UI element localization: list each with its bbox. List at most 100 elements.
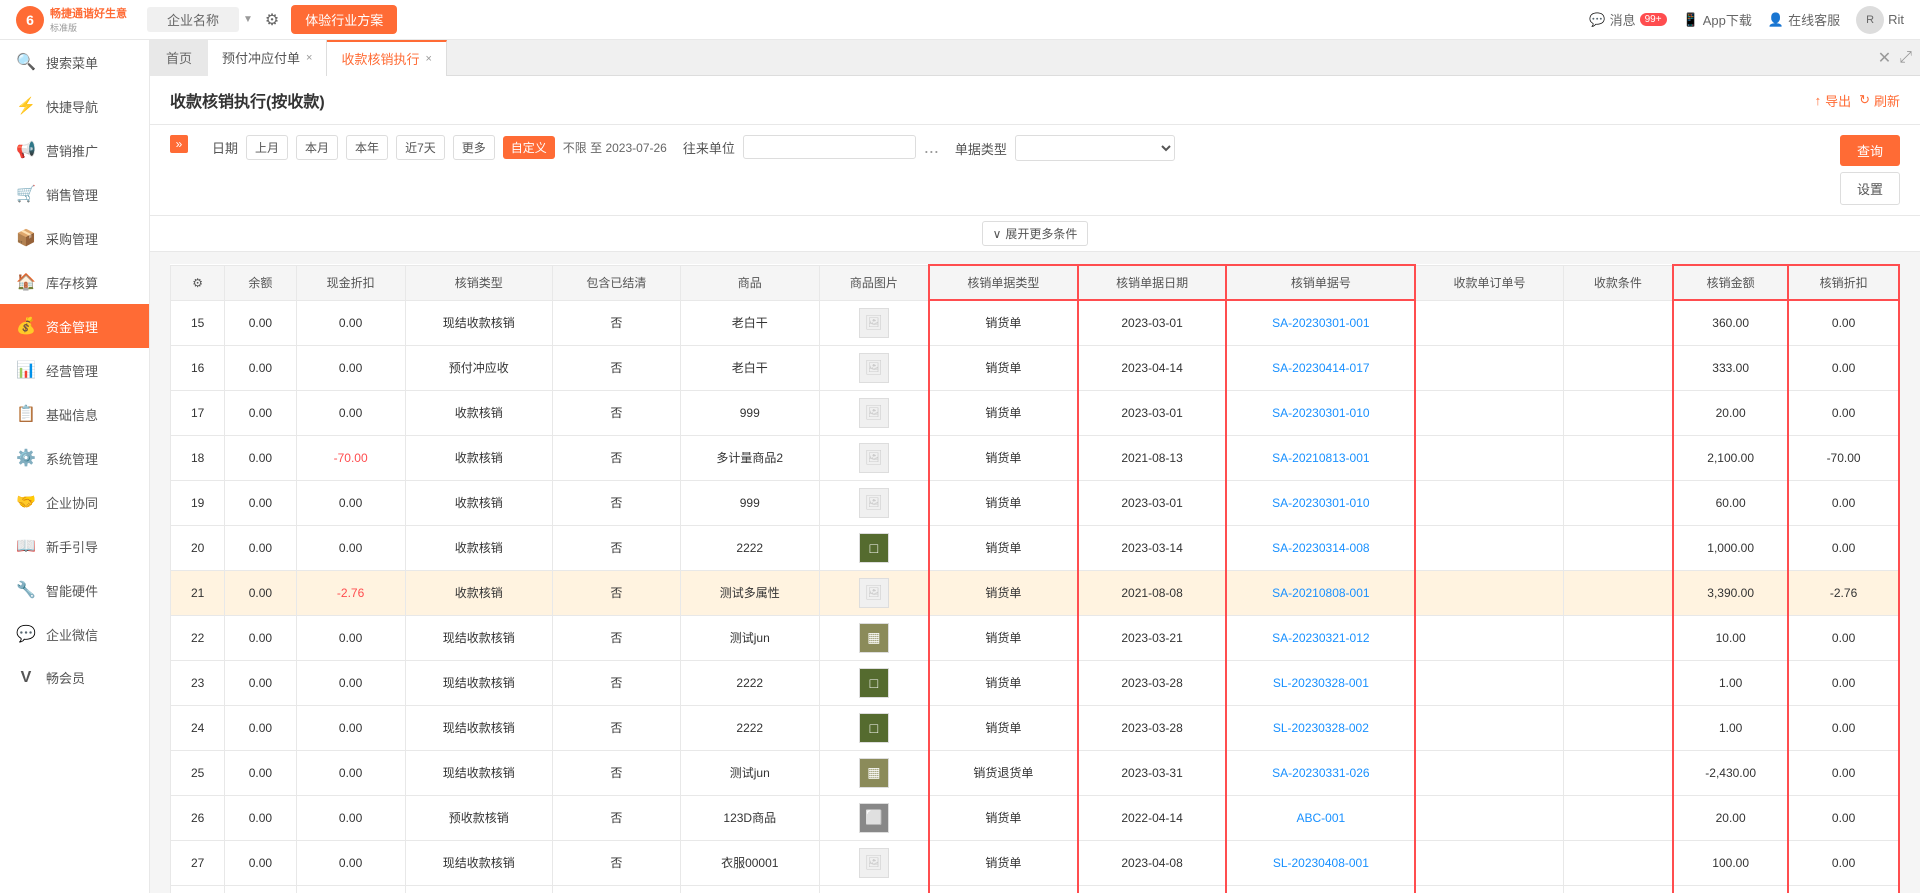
user-menu[interactable]: R Rit xyxy=(1856,6,1904,34)
sidebar-item-system[interactable]: ⚙️ 系统管理 xyxy=(0,436,149,480)
row-amount: 10.00 xyxy=(1673,615,1788,660)
sidebar-item-sales[interactable]: 🛒 销售管理 xyxy=(0,172,149,216)
product-image: 🖼 xyxy=(859,848,889,878)
filter-settings-button[interactable]: 设置 xyxy=(1840,172,1900,205)
tab-prepaid[interactable]: 预付冲应付单 × xyxy=(208,40,327,76)
row-amount: 3,390.00 xyxy=(1673,570,1788,615)
row-doc-no[interactable]: SL-20230408-001 xyxy=(1226,840,1415,885)
expand-filter-button[interactable]: » xyxy=(170,135,188,153)
row-doc-no[interactable]: SA-20230314-008 xyxy=(1226,525,1415,570)
row-doc-no[interactable]: SA-20230321-012 xyxy=(1226,615,1415,660)
query-button[interactable]: 查询 xyxy=(1840,135,1900,166)
page-content: 收款核销执行(按收款) ↑ 导出 ↻ 刷新 » 日期 xyxy=(150,76,1920,893)
doc-no-link[interactable]: ABC-001 xyxy=(1297,811,1346,825)
tab-receipt-writeoff[interactable]: 收款核销执行 × xyxy=(327,40,446,76)
th-balance: 余额 xyxy=(225,265,296,300)
row-doc-no[interactable]: SA-20230301-010 xyxy=(1226,390,1415,435)
enterprise-dropdown[interactable]: 企业名称 ▼ xyxy=(147,7,253,32)
doc-no-link[interactable]: SA-20230301-001 xyxy=(1272,316,1369,330)
row-amount: 100.00 xyxy=(1673,885,1788,893)
table-row: 18 0.00 -70.00 收款核销 否 多计量商品2 🖼 销货单 2021-… xyxy=(171,435,1900,480)
row-doc-no[interactable]: ABC-001 xyxy=(1226,795,1415,840)
row-doc-no[interactable]: SA-20230301-010 xyxy=(1226,480,1415,525)
doc-no-link[interactable]: SA-20210808-001 xyxy=(1272,586,1369,600)
row-doc-no[interactable]: SL-20230418-001 xyxy=(1226,885,1415,893)
row-receipt-no xyxy=(1415,390,1563,435)
row-doc-no[interactable]: SL-20230328-002 xyxy=(1226,705,1415,750)
row-condition xyxy=(1563,750,1673,795)
tab-close-receipt-icon[interactable]: × xyxy=(425,53,431,65)
row-doc-no[interactable]: SL-20230328-001 xyxy=(1226,660,1415,705)
doc-no-link[interactable]: SA-20230314-008 xyxy=(1272,541,1369,555)
row-balance: 0.00 xyxy=(225,435,296,480)
product-image: 🖼 xyxy=(859,308,889,338)
doc-no-link[interactable]: SL-20230328-001 xyxy=(1273,676,1369,690)
page-title: 收款核销执行(按收款) xyxy=(170,88,325,112)
table-header-row: ⚙ 余额 现金折扣 核销类型 包含已结清 商品 商品图片 核销单据类型 核销单据… xyxy=(171,265,1900,300)
row-doc-no[interactable]: SA-20210813-001 xyxy=(1226,435,1415,480)
sidebar-item-wechat[interactable]: 💬 企业微信 xyxy=(0,612,149,656)
date-7days-btn[interactable]: 近7天 xyxy=(396,135,445,160)
row-amount: 1.00 xyxy=(1673,705,1788,750)
sidebar-item-guide[interactable]: 📖 新手引导 xyxy=(0,524,149,568)
date-this-year-btn[interactable]: 本年 xyxy=(346,135,388,160)
money-icon: 💰 xyxy=(16,316,36,336)
row-included: 否 xyxy=(552,345,680,390)
app-download-button[interactable]: 📱 App下载 xyxy=(1683,10,1752,29)
th-settings[interactable]: ⚙ xyxy=(171,265,225,300)
sidebar-item-search[interactable]: 🔍 搜索菜单 xyxy=(0,40,149,84)
settings-icon[interactable]: ⚙ xyxy=(265,10,279,30)
sidebar-item-finance[interactable]: 💰 资金管理 xyxy=(0,304,149,348)
doctype-select[interactable] xyxy=(1015,135,1175,161)
row-included: 否 xyxy=(552,435,680,480)
doc-no-link[interactable]: SA-20230301-010 xyxy=(1272,406,1369,420)
chevron-down-icon: ∨ xyxy=(993,227,1002,241)
date-custom-btn[interactable]: 自定义 xyxy=(503,136,555,159)
row-doc-no[interactable]: SA-20230331-026 xyxy=(1226,750,1415,795)
row-condition xyxy=(1563,570,1673,615)
chart-icon: 📊 xyxy=(16,360,36,380)
doc-no-link[interactable]: SA-20210813-001 xyxy=(1272,451,1369,465)
row-doc-no[interactable]: SA-20210808-001 xyxy=(1226,570,1415,615)
online-service-button[interactable]: 👤 在线客服 xyxy=(1768,10,1840,29)
row-type: 预收款核销 xyxy=(405,795,552,840)
sidebar-item-hardware[interactable]: 🔧 智能硬件 xyxy=(0,568,149,612)
refresh-button[interactable]: ↻ 刷新 xyxy=(1859,91,1900,110)
counterpart-dots[interactable]: ... xyxy=(924,137,939,158)
row-product: 2222 xyxy=(680,525,819,570)
tab-expand-icon[interactable]: ⤢ xyxy=(1899,49,1912,67)
date-more-btn[interactable]: 更多 xyxy=(453,135,495,160)
doc-no-link[interactable]: SL-20230328-002 xyxy=(1273,721,1369,735)
sidebar-item-operations[interactable]: 📊 经营管理 xyxy=(0,348,149,392)
doc-no-link[interactable]: SL-20230408-001 xyxy=(1273,856,1369,870)
sidebar-item-inventory[interactable]: 🏠 库存核算 xyxy=(0,260,149,304)
filter-action-buttons: 查询 设置 xyxy=(1840,135,1900,205)
tab-home[interactable]: 首页 xyxy=(150,40,208,76)
message-button[interactable]: 💬 消息 99+ xyxy=(1589,10,1666,29)
sidebar-item-basicinfo[interactable]: 📋 基础信息 xyxy=(0,392,149,436)
sidebar-item-marketing[interactable]: 📢 营销推广 xyxy=(0,128,149,172)
industry-button[interactable]: 体验行业方案 xyxy=(291,5,397,34)
row-doc-no[interactable]: SA-20230414-017 xyxy=(1226,345,1415,390)
date-this-month-btn[interactable]: 本月 xyxy=(296,135,338,160)
service-icon: 👤 xyxy=(1768,12,1784,28)
sidebar-item-nav[interactable]: ⚡ 快捷导航 xyxy=(0,84,149,128)
doc-no-link[interactable]: SA-20230414-017 xyxy=(1272,361,1369,375)
sidebar-item-cooperation[interactable]: 🤝 企业协同 xyxy=(0,480,149,524)
tab-close-prepaid-icon[interactable]: × xyxy=(306,52,312,64)
row-doc-no[interactable]: SA-20230301-001 xyxy=(1226,300,1415,345)
row-doc-type: 销货单 xyxy=(929,345,1078,390)
sidebar-item-member[interactable]: V 畅会员 xyxy=(0,656,149,699)
row-doc-date: 2023-03-01 xyxy=(1078,300,1227,345)
date-last-month-btn[interactable]: 上月 xyxy=(246,135,288,160)
counterpart-input[interactable] xyxy=(743,135,916,159)
sidebar-item-purchase[interactable]: 📦 采购管理 xyxy=(0,216,149,260)
row-condition xyxy=(1563,435,1673,480)
doc-no-link[interactable]: SA-20230321-012 xyxy=(1272,631,1369,645)
doc-no-link[interactable]: SA-20230331-026 xyxy=(1272,766,1369,780)
tab-close-all-icon[interactable]: ✕ xyxy=(1878,48,1891,68)
column-settings-icon[interactable]: ⚙ xyxy=(192,276,203,290)
export-button[interactable]: ↑ 导出 xyxy=(1815,91,1852,110)
doc-no-link[interactable]: SA-20230301-010 xyxy=(1272,496,1369,510)
expand-conditions-button[interactable]: ∨ 展开更多条件 xyxy=(982,221,1089,246)
